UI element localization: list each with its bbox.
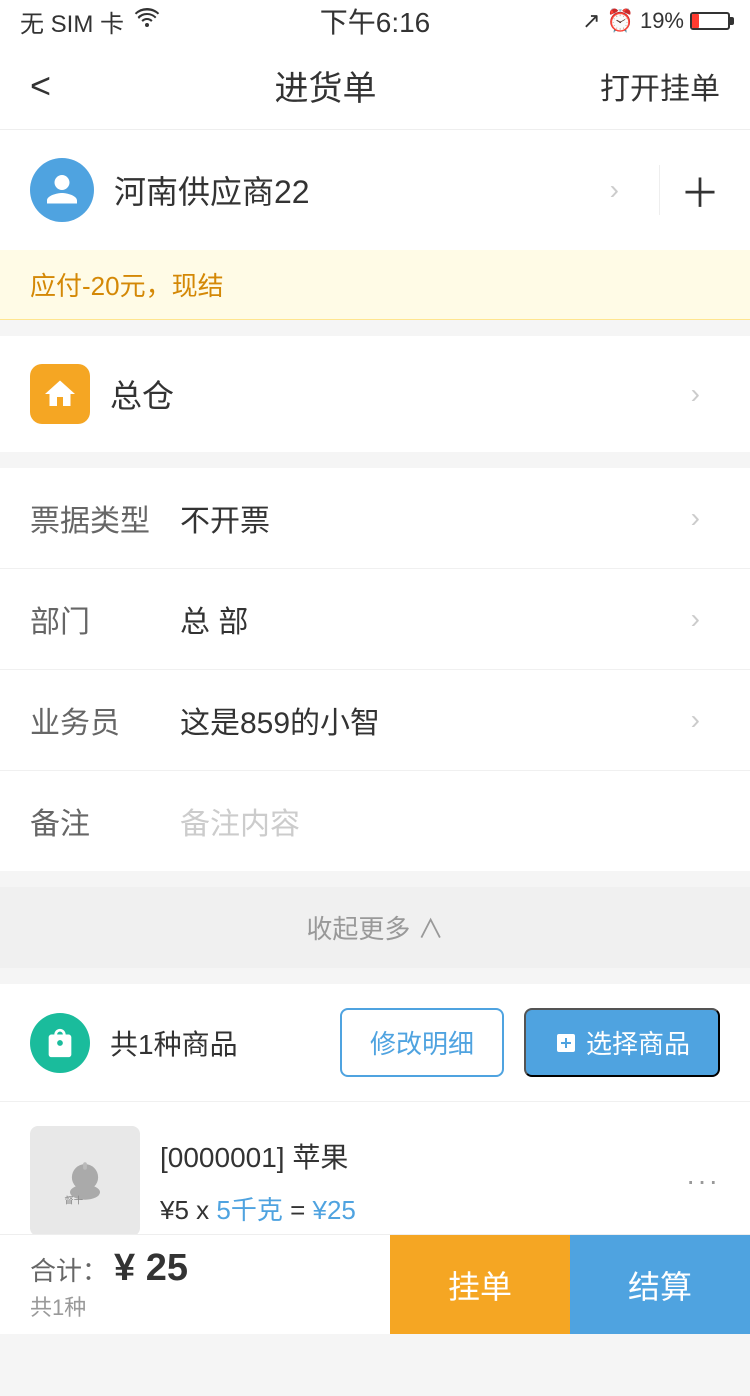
salesperson-chevron-icon: › (691, 704, 700, 736)
location-icon: ↗ (582, 8, 600, 34)
add-product-icon (554, 1031, 578, 1055)
product-count-text: 共1种商品 (110, 1023, 320, 1063)
supplier-chevron-icon: › (610, 174, 619, 206)
person-icon (44, 172, 80, 208)
unit-price: ¥5 x (160, 1195, 216, 1225)
hang-button[interactable]: 挂单 (390, 1235, 570, 1334)
invoice-type-row[interactable]: 票据类型 不开票 › (0, 468, 750, 569)
salesperson-label: 业务员 (30, 698, 160, 742)
battery-percent: 19% (640, 8, 684, 34)
invoice-type-chevron-icon: › (691, 502, 700, 534)
home-icon (42, 376, 78, 412)
department-value: 总 部 (180, 597, 691, 641)
remark-label: 备注 (30, 799, 160, 843)
select-product-label: 选择商品 (586, 1024, 690, 1061)
remark-input[interactable]: 备注内容 (180, 799, 720, 843)
supplier-avatar (30, 158, 94, 222)
vertical-divider (659, 165, 660, 215)
pay-button[interactable]: 结算 (570, 1235, 750, 1334)
collapse-label: 收起更多 ∧ (306, 914, 443, 944)
back-button[interactable]: < (30, 65, 51, 107)
products-section: 共1种商品 修改明细 选择商品 督十 [000000 (0, 984, 750, 1260)
status-right: ↗ ⏰ 19% (582, 8, 730, 34)
notice-bar: 应付-20元，现结 (0, 250, 750, 320)
carrier-text: 无 SIM 卡 (20, 4, 124, 39)
edit-detail-button[interactable]: 修改明细 (340, 1008, 504, 1077)
warehouse-section[interactable]: 总仓 › (0, 336, 750, 452)
department-chevron-icon: › (691, 603, 700, 635)
quantity: 5千克 (216, 1195, 282, 1225)
salesperson-row[interactable]: 业务员 这是859的小智 › (0, 670, 750, 771)
status-time: 下午6:16 (320, 1, 431, 41)
pay-label: 结算 (628, 1262, 692, 1308)
status-bar: 无 SIM 卡 下午6:16 ↗ ⏰ 19% (0, 0, 750, 42)
invoice-type-label: 票据类型 (30, 496, 160, 540)
alarm-icon: ⏰ (607, 8, 634, 34)
notice-text: 应付-20元，现结 (30, 271, 224, 301)
total-label-text: 合计： (30, 1251, 108, 1288)
wifi-icon (134, 7, 160, 35)
select-product-button[interactable]: 选择商品 (524, 1008, 720, 1077)
svg-text:督十: 督十 (64, 1195, 83, 1206)
open-hang-button[interactable]: 打开挂单 (600, 64, 720, 108)
remark-row[interactable]: 备注 备注内容 (0, 771, 750, 871)
product-header: 共1种商品 修改明细 选择商品 (0, 984, 750, 1102)
main-content: 河南供应商22 › ＋ 应付-20元，现结 总仓 › 票据类型 不开票 › (0, 130, 750, 1396)
shopping-bag-icon (43, 1026, 77, 1060)
warehouse-name: 总仓 (110, 371, 691, 417)
footer: 合计： ¥ 25 共1种 挂单 结算 (0, 1234, 750, 1334)
battery-icon (690, 12, 730, 30)
status-left: 无 SIM 卡 (20, 4, 160, 39)
department-label: 部门 (30, 597, 160, 641)
invoice-type-value: 不开票 (180, 496, 691, 540)
product-count-icon (30, 1013, 90, 1073)
product-thumbnail: 督十 (30, 1126, 140, 1236)
total-price: ¥25 (313, 1195, 356, 1225)
total-amount: ¥ 25 (114, 1247, 188, 1290)
department-row[interactable]: 部门 总 部 › (0, 569, 750, 670)
product-thumb-icon: 督十 (55, 1151, 115, 1211)
footer-sub-text: 共1种 (30, 1290, 360, 1322)
supplier-section: 河南供应商22 › ＋ 应付-20元，现结 (0, 130, 750, 320)
footer-total: 合计： ¥ 25 共1种 (0, 1235, 390, 1334)
nav-bar: < 进货单 打开挂单 (0, 42, 750, 130)
page-title: 进货单 (275, 61, 377, 110)
warehouse-row[interactable]: 总仓 › (0, 336, 750, 452)
product-name: [0000001] 苹果 (160, 1136, 666, 1176)
product-info: [0000001] 苹果 ¥5 x 5千克 = ¥25 (160, 1136, 666, 1227)
supplier-row[interactable]: 河南供应商22 › ＋ (0, 130, 750, 250)
form-section: 票据类型 不开票 › 部门 总 部 › 业务员 这是859的小智 › 备注 备注… (0, 468, 750, 871)
warehouse-icon (30, 364, 90, 424)
total-label: 合计： ¥ 25 (30, 1247, 360, 1290)
product-code: [0000001] (160, 1142, 292, 1173)
equals: = (290, 1195, 312, 1225)
warehouse-chevron-icon: › (691, 378, 700, 410)
add-supplier-button[interactable]: ＋ (680, 161, 720, 219)
hang-label: 挂单 (448, 1262, 512, 1308)
collapse-bar[interactable]: 收起更多 ∧ (0, 887, 750, 968)
product-title: 苹果 (292, 1142, 348, 1173)
product-more-button[interactable]: ··· (686, 1165, 720, 1197)
salesperson-value: 这是859的小智 (180, 698, 691, 742)
supplier-name: 河南供应商22 (114, 167, 610, 213)
product-price: ¥5 x 5千克 = ¥25 (160, 1190, 666, 1227)
